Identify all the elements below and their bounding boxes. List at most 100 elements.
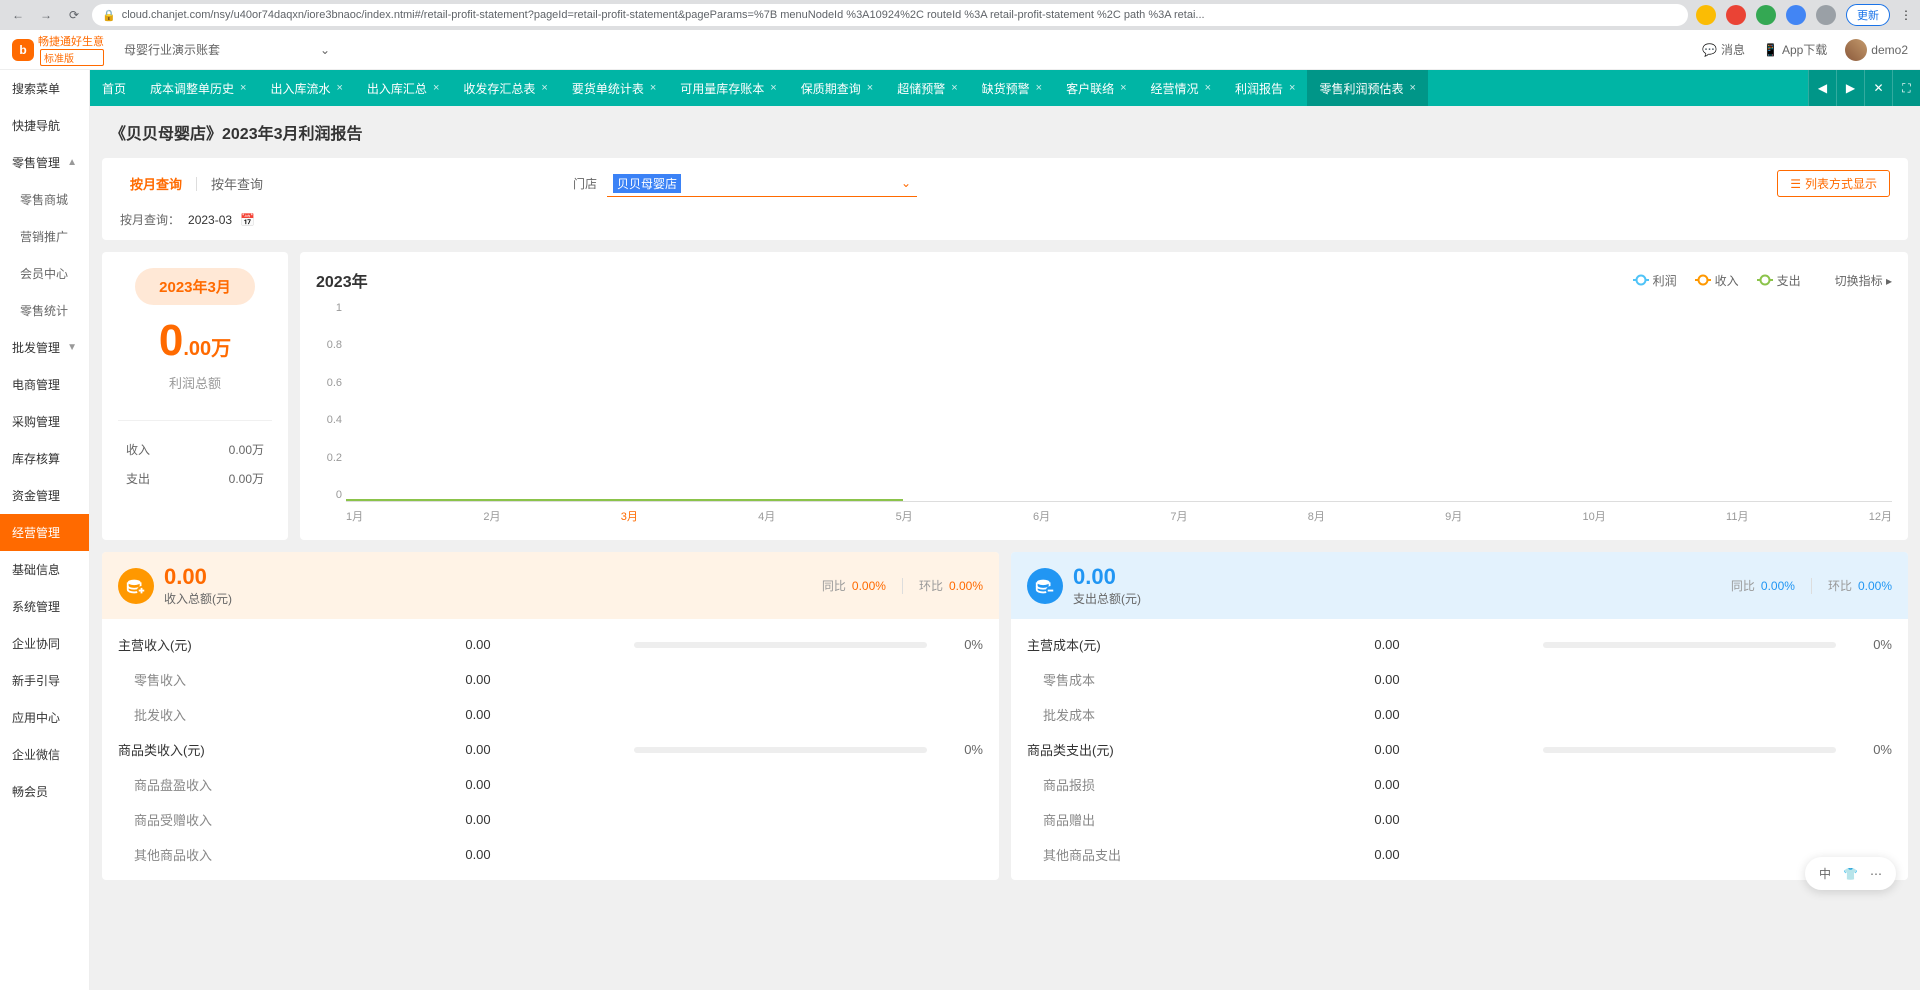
more-icon[interactable]: ⋯ [1870, 867, 1882, 881]
filter-tab-year[interactable]: 按年查询 [201, 170, 273, 197]
user-menu[interactable]: demo2 [1845, 39, 1908, 61]
tabs-close-all[interactable]: ✕ [1864, 70, 1892, 106]
income-label: 收入 [126, 441, 150, 458]
sidebar-item[interactable]: 会员中心 [0, 255, 89, 292]
close-icon[interactable]: × [336, 82, 342, 94]
filter-tab-month[interactable]: 按月查询 [120, 170, 192, 197]
sidebar-item[interactable]: 零售管理▲ [0, 144, 89, 181]
close-icon[interactable]: × [867, 82, 873, 94]
progress-bar [1543, 642, 1836, 648]
browser-menu-icon[interactable]: ⋮ [1900, 8, 1912, 22]
tab[interactable]: 首页 [90, 70, 138, 106]
sidebar-item[interactable]: 资金管理 [0, 477, 89, 514]
list-view-button[interactable]: ☰ 列表方式显示 [1777, 170, 1890, 197]
logo[interactable]: b 畅捷通好生意 标准版 [12, 33, 104, 66]
close-icon[interactable]: × [770, 82, 776, 94]
sidebar-item[interactable]: 搜索菜单 [0, 70, 89, 107]
close-icon[interactable]: × [1036, 82, 1042, 94]
back-button[interactable]: ← [8, 5, 28, 25]
data-row: 零售收入0.00 [102, 662, 999, 697]
chevron-down-icon: ⌄ [901, 176, 911, 190]
sidebar-item-label: 电商管理 [12, 376, 60, 393]
legend-profit[interactable]: 利润 [1633, 272, 1677, 289]
mom-label: 环比 [1828, 577, 1852, 594]
close-icon[interactable]: × [240, 82, 246, 94]
sidebar-item[interactable]: 批发管理▼ [0, 329, 89, 366]
sidebar-item[interactable]: 新手引导 [0, 662, 89, 699]
tab[interactable]: 缺货预警× [970, 70, 1054, 106]
shirt-icon[interactable]: 👕 [1843, 867, 1858, 881]
tab[interactable]: 客户联络× [1054, 70, 1138, 106]
tab[interactable]: 收发存汇总表× [451, 70, 559, 106]
download-link[interactable]: 📱 App下载 [1763, 41, 1827, 58]
progress-bar [634, 747, 927, 753]
sidebar-item[interactable]: 库存核算 [0, 440, 89, 477]
close-icon[interactable]: × [1409, 82, 1415, 94]
sidebar-item[interactable]: 企业协同 [0, 625, 89, 662]
forward-button[interactable]: → [36, 5, 56, 25]
tabs-controls: ◀ ▶ ✕ ⛶ [1808, 70, 1920, 106]
extension-icon[interactable] [1816, 5, 1836, 25]
extension-icon[interactable] [1696, 5, 1716, 25]
expense-total-value: 0.00 [1073, 564, 1141, 590]
tab[interactable]: 出入库流水× [258, 70, 354, 106]
company-selector[interactable]: 母婴行业演示账套 ⌄ [124, 41, 330, 58]
url-bar[interactable]: 🔒 cloud.chanjet.com/nsy/u40or74daqxn/ior… [92, 4, 1688, 26]
tabs-scroll-left[interactable]: ◀ [1808, 70, 1836, 106]
x-tick: 3月 [621, 508, 638, 524]
close-icon[interactable]: × [1120, 82, 1126, 94]
close-icon[interactable]: × [650, 82, 656, 94]
sidebar-item[interactable]: 电商管理 [0, 366, 89, 403]
expense-row: 支出 0.00万 [118, 464, 272, 493]
sidebar-item[interactable]: 应用中心 [0, 699, 89, 736]
calendar-icon[interactable]: 📅 [240, 213, 255, 227]
sidebar-item[interactable]: 快捷导航 [0, 107, 89, 144]
tabs-scroll-right[interactable]: ▶ [1836, 70, 1864, 106]
close-icon[interactable]: × [951, 82, 957, 94]
x-tick: 1月 [346, 508, 363, 524]
row-name: 商品类收入(元) [118, 740, 338, 759]
data-row: 商品受赠收入0.00 [102, 802, 999, 837]
extension-icon[interactable] [1726, 5, 1746, 25]
sidebar-item[interactable]: 畅会员 [0, 773, 89, 810]
sidebar-item[interactable]: 零售商城 [0, 181, 89, 218]
row-value: 0.00 [338, 672, 618, 687]
tabs-fullscreen[interactable]: ⛶ [1892, 70, 1920, 106]
tab[interactable]: 超储预警× [885, 70, 969, 106]
tab[interactable]: 经营情况× [1139, 70, 1223, 106]
sidebar-item-label: 应用中心 [12, 709, 60, 726]
extension-icon[interactable] [1756, 5, 1776, 25]
messages-link[interactable]: 💬 消息 [1702, 41, 1745, 58]
ime-widget[interactable]: 中 👕 ⋯ [1805, 857, 1896, 890]
sidebar-item-label: 零售管理 [12, 154, 60, 171]
tab[interactable]: 成本调整单历史× [138, 70, 258, 106]
sidebar-item[interactable]: 零售统计 [0, 292, 89, 329]
legend-expense[interactable]: 支出 [1757, 272, 1801, 289]
sidebar-item[interactable]: 营销推广 [0, 218, 89, 255]
close-icon[interactable]: × [541, 82, 547, 94]
store-select[interactable]: 贝贝母婴店 ⌄ [607, 171, 917, 197]
sidebar-item[interactable]: 经营管理 [0, 514, 89, 551]
sidebar-item[interactable]: 采购管理 [0, 403, 89, 440]
close-icon[interactable]: × [1205, 82, 1211, 94]
row-name: 其他商品支出 [1027, 845, 1247, 864]
tab[interactable]: 利润报告× [1223, 70, 1307, 106]
tab[interactable]: 保质期查询× [789, 70, 885, 106]
close-icon[interactable]: × [433, 82, 439, 94]
tab[interactable]: 零售利润预估表× [1307, 70, 1427, 106]
sidebar-item[interactable]: 基础信息 [0, 551, 89, 588]
sidebar-item-label: 零售商城 [20, 191, 68, 208]
extension-icon[interactable] [1786, 5, 1806, 25]
tab[interactable]: 出入库汇总× [355, 70, 451, 106]
tab[interactable]: 要货单统计表× [560, 70, 668, 106]
income-panel: 0.00 收入总额(元) 同比0.00% 环比0.00% 主营收入(元)0.00… [102, 552, 999, 880]
tab[interactable]: 可用量库存账本× [668, 70, 788, 106]
row-name: 零售成本 [1027, 670, 1247, 689]
legend-income[interactable]: 收入 [1695, 272, 1739, 289]
sidebar-item[interactable]: 系统管理 [0, 588, 89, 625]
switch-indicator-button[interactable]: 切换指标 ▸ [1835, 272, 1892, 289]
close-icon[interactable]: × [1289, 82, 1295, 94]
update-button[interactable]: 更新 [1846, 4, 1890, 26]
reload-button[interactable]: ⟳ [64, 5, 84, 25]
sidebar-item[interactable]: 企业微信 [0, 736, 89, 773]
